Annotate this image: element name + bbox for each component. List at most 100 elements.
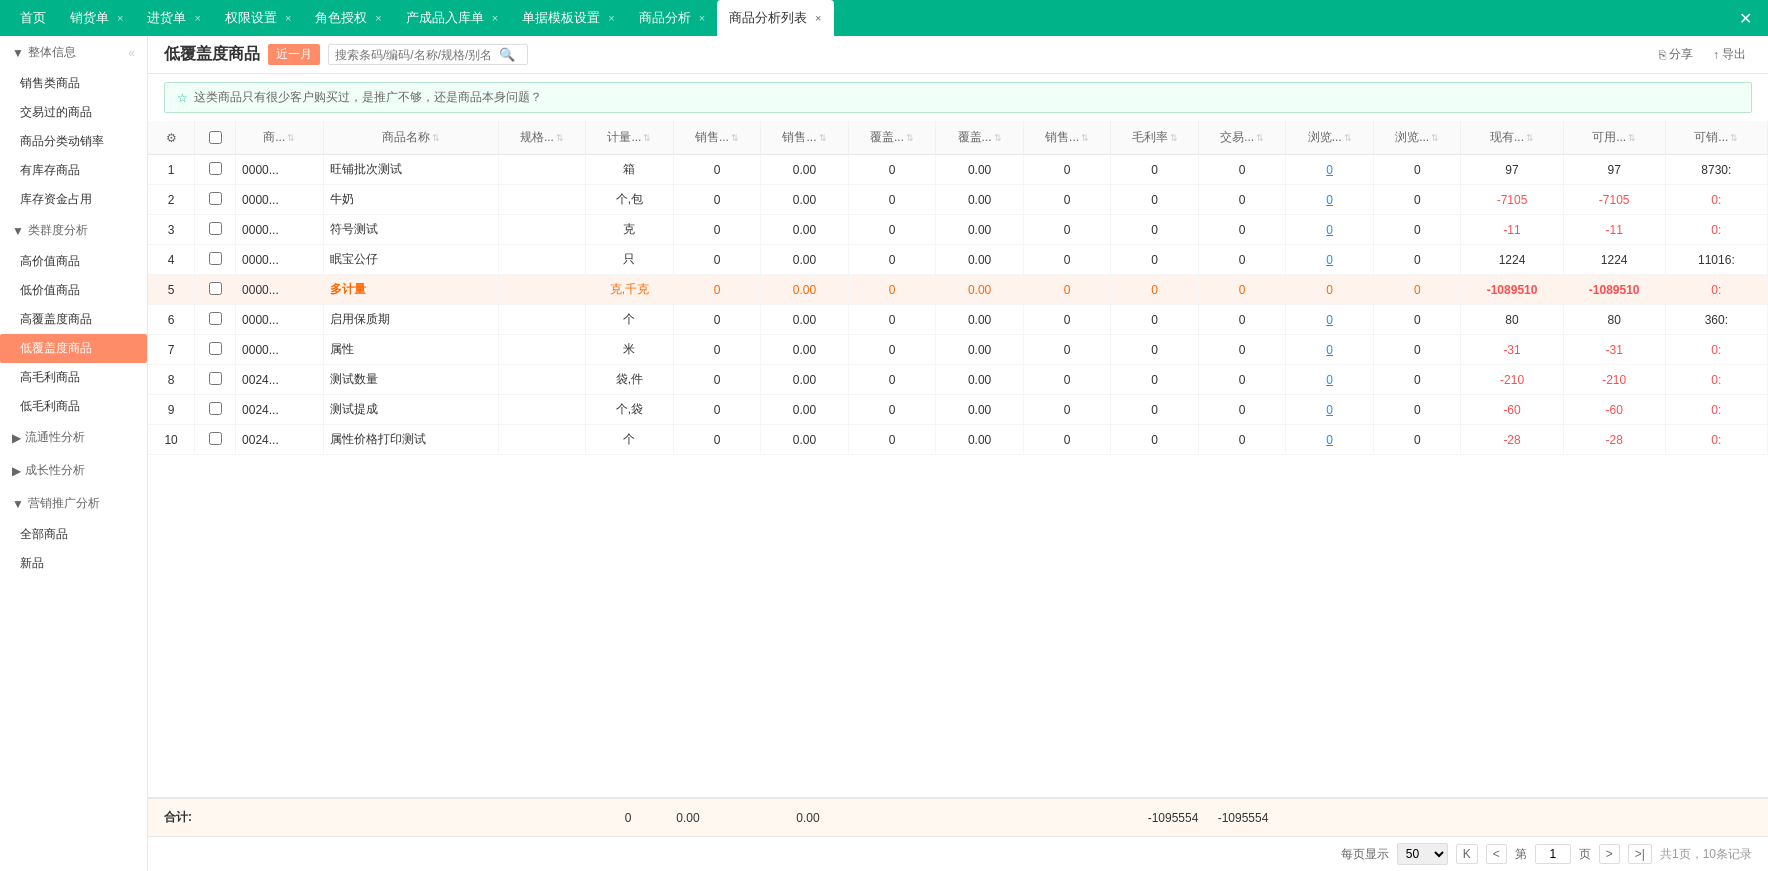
nav-template[interactable]: 单据模板设置 ×: [510, 0, 626, 36]
row-browse1-9[interactable]: 0: [1286, 425, 1374, 455]
nav-home[interactable]: 首页: [8, 0, 58, 36]
nav-role[interactable]: 角色授权 ×: [303, 0, 393, 36]
sidebar-section-overall[interactable]: ▼ 整体信息 «: [0, 36, 147, 69]
col-sale-amt[interactable]: 销售...⇅: [761, 121, 849, 155]
nav-close-purchase[interactable]: ×: [194, 12, 200, 24]
sidebar-item-low-coverage[interactable]: 低覆盖度商品: [0, 334, 147, 363]
sidebar-item-sales-goods[interactable]: 销售类商品: [0, 69, 147, 98]
row-select-1[interactable]: [209, 192, 222, 205]
sidebar-item-all-goods[interactable]: 全部商品: [0, 520, 147, 549]
app-close-button[interactable]: ✕: [1731, 9, 1760, 28]
row-browse1-8[interactable]: 0: [1286, 395, 1374, 425]
sidebar-collapse-icon[interactable]: «: [128, 46, 135, 60]
col-settings[interactable]: ⚙: [148, 121, 195, 155]
row-checkbox-6[interactable]: [195, 335, 236, 365]
sidebar-item-new-goods[interactable]: 新品: [0, 549, 147, 578]
sidebar-section-class[interactable]: ▼ 类群度分析: [0, 214, 147, 247]
row-checkbox-0[interactable]: [195, 155, 236, 185]
settings-icon[interactable]: ⚙: [166, 131, 177, 145]
filter-button[interactable]: 近一月: [268, 44, 320, 65]
sidebar-item-category-rate[interactable]: 商品分类动销率: [0, 127, 147, 156]
row-checkbox-1[interactable]: [195, 185, 236, 215]
page-number-input[interactable]: [1535, 844, 1571, 864]
sidebar-section-growth[interactable]: ▶ 成长性分析: [0, 454, 147, 487]
search-input[interactable]: [335, 48, 495, 62]
page-size-select[interactable]: 50 100 200: [1397, 843, 1448, 865]
row-browse1-7[interactable]: 0: [1286, 365, 1374, 395]
nav-close-permission[interactable]: ×: [285, 12, 291, 24]
col-unit[interactable]: 计量...⇅: [586, 121, 674, 155]
next-page-button[interactable]: >: [1599, 844, 1620, 864]
row-browse1-6[interactable]: 0: [1286, 335, 1374, 365]
sidebar-item-low-profit[interactable]: 低毛利商品: [0, 392, 147, 421]
row-sale-count-5: 0: [1023, 305, 1111, 335]
nav-permission[interactable]: 权限设置 ×: [213, 0, 303, 36]
row-select-4[interactable]: [209, 282, 222, 295]
row-select-6[interactable]: [209, 342, 222, 355]
row-browse1-1[interactable]: 0: [1286, 185, 1374, 215]
row-select-3[interactable]: [209, 252, 222, 265]
col-sale-stock[interactable]: 可销...⇅: [1665, 121, 1767, 155]
sidebar-item-capital-use[interactable]: 库存资金占用: [0, 185, 147, 214]
nav-sales[interactable]: 销货单 ×: [58, 0, 135, 36]
sidebar-item-high-coverage[interactable]: 高覆盖度商品: [0, 305, 147, 334]
col-spec[interactable]: 规格...⇅: [498, 121, 586, 155]
nav-close-template[interactable]: ×: [608, 12, 614, 24]
col-browse2[interactable]: 浏览...⇅: [1373, 121, 1461, 155]
sidebar-item-traded-goods[interactable]: 交易过的商品: [0, 98, 147, 127]
col-code[interactable]: 商...⇅: [236, 121, 324, 155]
first-page-button[interactable]: K: [1456, 844, 1478, 864]
row-checkbox-2[interactable]: [195, 215, 236, 245]
nav-close-analysis[interactable]: ×: [699, 12, 705, 24]
col-gross-rate[interactable]: 毛利率⇅: [1111, 121, 1199, 155]
sidebar-item-high-profit[interactable]: 高毛利商品: [0, 363, 147, 392]
row-checkbox-8[interactable]: [195, 395, 236, 425]
row-checkbox-3[interactable]: [195, 245, 236, 275]
row-browse1-0[interactable]: 0: [1286, 155, 1374, 185]
nav-product-warehouse[interactable]: 产成品入库单 ×: [394, 0, 510, 36]
row-select-0[interactable]: [209, 162, 222, 175]
sidebar-section-circulation[interactable]: ▶ 流通性分析: [0, 421, 147, 454]
row-cover-count-4: 0: [848, 275, 936, 305]
col-sale-qty[interactable]: 销售...⇅: [673, 121, 761, 155]
col-sale-count[interactable]: 销售...⇅: [1023, 121, 1111, 155]
sort-coverrate-icon: ⇅: [994, 133, 1002, 143]
row-select-7[interactable]: [209, 372, 222, 385]
search-icon[interactable]: 🔍: [499, 47, 515, 62]
sidebar-item-high-value[interactable]: 高价值商品: [0, 247, 147, 276]
row-browse1-4[interactable]: 0: [1286, 275, 1374, 305]
col-cover-rate[interactable]: 覆盖...⇅: [936, 121, 1024, 155]
row-select-8[interactable]: [209, 402, 222, 415]
col-avail-stock[interactable]: 可用...⇅: [1563, 121, 1665, 155]
col-trade-count[interactable]: 交易...⇅: [1198, 121, 1286, 155]
prev-page-button[interactable]: <: [1486, 844, 1507, 864]
nav-close-product-warehouse[interactable]: ×: [492, 12, 498, 24]
row-checkbox-5[interactable]: [195, 305, 236, 335]
nav-close-analysis-list[interactable]: ×: [815, 12, 821, 24]
nav-close-sales[interactable]: ×: [117, 12, 123, 24]
row-select-5[interactable]: [209, 312, 222, 325]
row-select-2[interactable]: [209, 222, 222, 235]
row-checkbox-7[interactable]: [195, 365, 236, 395]
nav-purchase[interactable]: 进货单 ×: [135, 0, 212, 36]
row-checkbox-4[interactable]: [195, 275, 236, 305]
col-cover-count[interactable]: 覆盖...⇅: [848, 121, 936, 155]
export-button[interactable]: ↑ 导出: [1707, 44, 1752, 65]
row-checkbox-9[interactable]: [195, 425, 236, 455]
select-all-checkbox[interactable]: [209, 131, 222, 144]
nav-close-role[interactable]: ×: [375, 12, 381, 24]
sidebar-section-marketing[interactable]: ▼ 营销推广分析: [0, 487, 147, 520]
col-browse1[interactable]: 浏览...⇅: [1286, 121, 1374, 155]
row-browse1-3[interactable]: 0: [1286, 245, 1374, 275]
col-current-stock[interactable]: 现有...⇅: [1461, 121, 1563, 155]
sidebar-item-low-value[interactable]: 低价值商品: [0, 276, 147, 305]
row-select-9[interactable]: [209, 432, 222, 445]
col-name[interactable]: 商品名称⇅: [323, 121, 498, 155]
last-page-button[interactable]: >|: [1628, 844, 1652, 864]
row-browse1-2[interactable]: 0: [1286, 215, 1374, 245]
sidebar-item-stock-goods[interactable]: 有库存商品: [0, 156, 147, 185]
share-button[interactable]: ⎘ 分享: [1653, 44, 1699, 65]
row-browse1-5[interactable]: 0: [1286, 305, 1374, 335]
nav-analysis-list[interactable]: 商品分析列表 ×: [717, 0, 833, 36]
nav-analysis[interactable]: 商品分析 ×: [627, 0, 717, 36]
